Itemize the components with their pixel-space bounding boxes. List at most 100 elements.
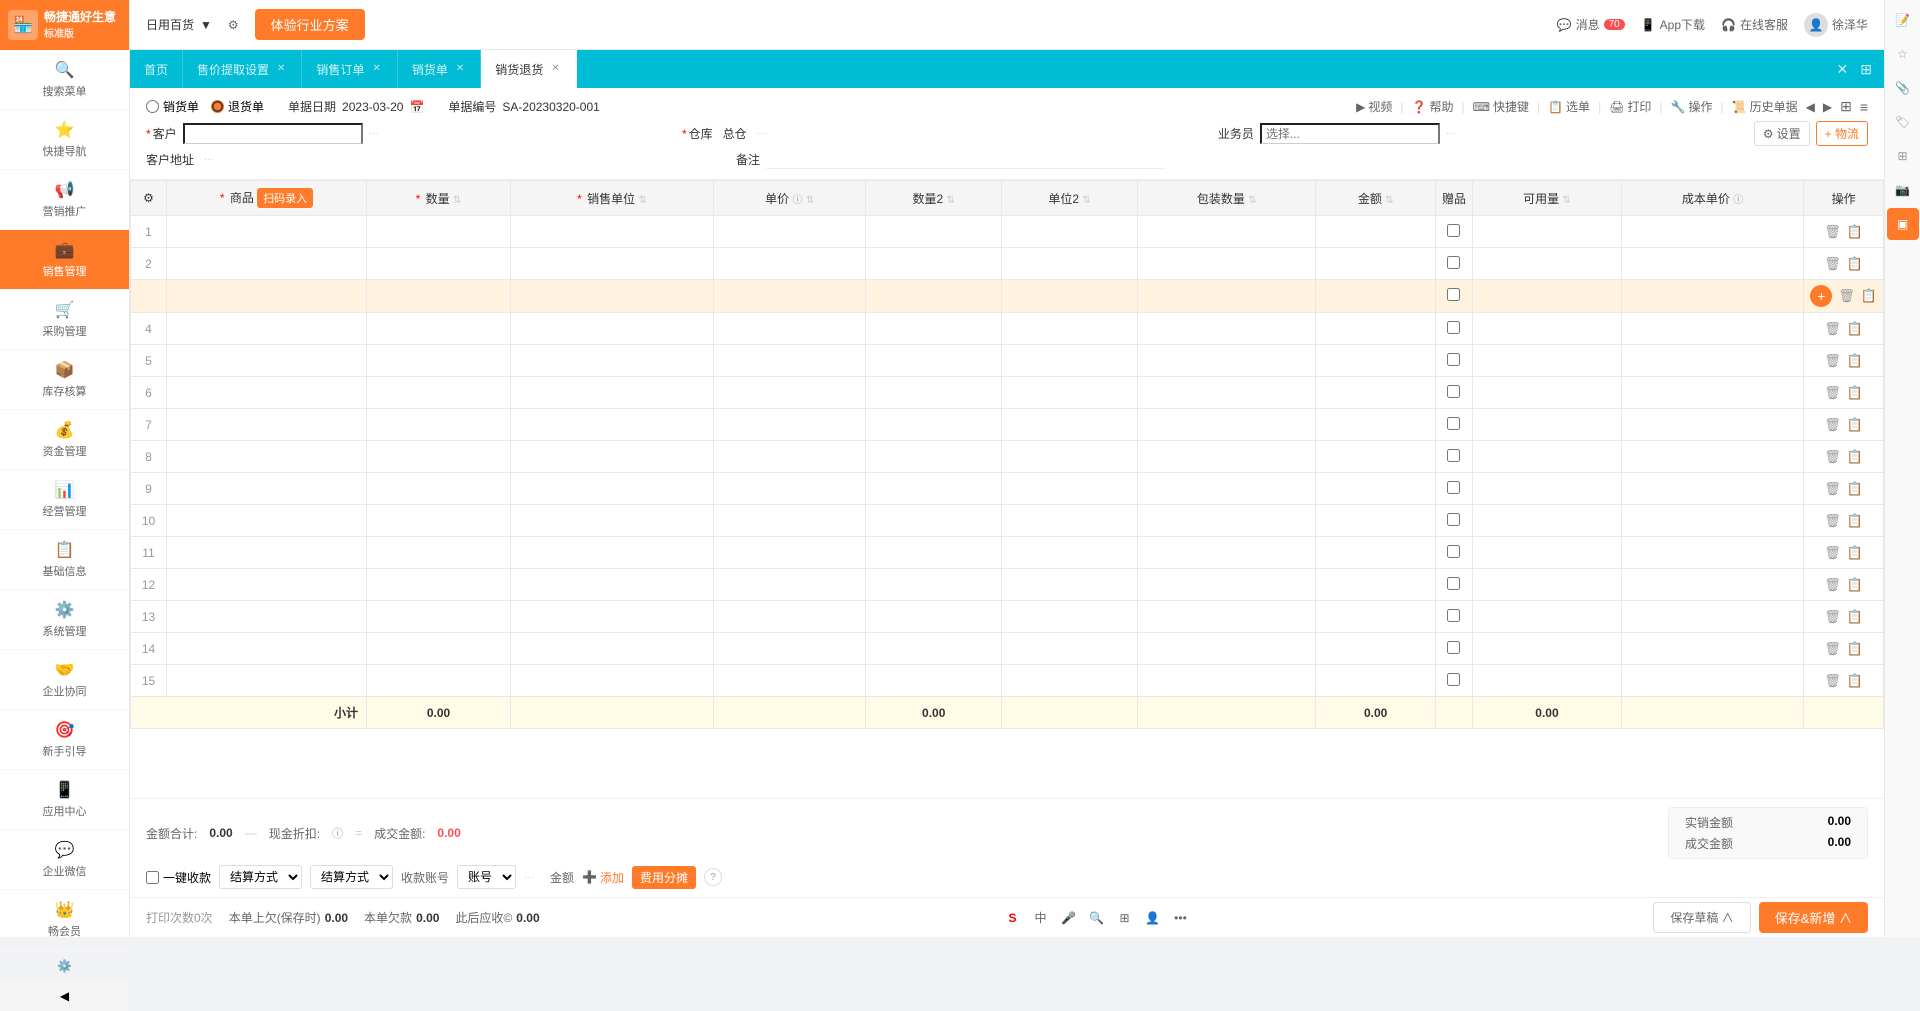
row-2-pack-qty[interactable] bbox=[1138, 248, 1316, 280]
right-icon-4[interactable]: 🏷 bbox=[1887, 106, 1919, 138]
copy-row-8[interactable]: 📋 bbox=[1847, 449, 1863, 465]
row-13-quantity[interactable] bbox=[367, 601, 511, 633]
row-2-quantity[interactable] bbox=[367, 248, 511, 280]
row-9-cost-price[interactable] bbox=[1621, 473, 1803, 505]
gift-checkbox-6[interactable] bbox=[1447, 385, 1460, 398]
shortcut-btn[interactable]: ⌨ 快捷键 bbox=[1473, 98, 1529, 115]
row-5-pack-qty[interactable] bbox=[1138, 345, 1316, 377]
row-7-unit2[interactable] bbox=[1002, 409, 1138, 441]
logistics-button[interactable]: + 物流 bbox=[1816, 121, 1868, 146]
row-1-unit2[interactable] bbox=[1002, 216, 1138, 248]
one-click-pay-input[interactable] bbox=[146, 871, 159, 884]
row-14-gift[interactable] bbox=[1435, 633, 1472, 665]
one-click-pay-checkbox[interactable]: 一键收款 bbox=[146, 869, 211, 886]
row-10-unit2[interactable] bbox=[1002, 505, 1138, 537]
row-6-unit2[interactable] bbox=[1002, 377, 1138, 409]
row-7-amount[interactable] bbox=[1316, 409, 1436, 441]
row-14-pack-qty[interactable] bbox=[1138, 633, 1316, 665]
delete-row-5[interactable]: 🗑 bbox=[1824, 353, 1841, 369]
row-3-product[interactable] bbox=[167, 280, 367, 313]
row-4-quantity[interactable] bbox=[367, 313, 511, 345]
row-8-cost-price[interactable] bbox=[1621, 441, 1803, 473]
row-10-amount[interactable] bbox=[1316, 505, 1436, 537]
row-6-unit-price[interactable] bbox=[714, 377, 866, 409]
video-btn[interactable]: ▶ 视频 bbox=[1356, 98, 1392, 115]
daily-goods-nav[interactable]: 日用百货 ▼ bbox=[146, 16, 212, 33]
footer-icon-zhong[interactable]: 中 bbox=[1028, 906, 1052, 930]
row-12-cost-price[interactable] bbox=[1621, 569, 1803, 601]
copy-row-3[interactable]: 📋 bbox=[1861, 288, 1877, 304]
add-payment-btn[interactable]: ➕ 添加 bbox=[582, 869, 624, 886]
row-14-sales-unit[interactable] bbox=[511, 633, 714, 665]
row-12-product[interactable] bbox=[167, 569, 367, 601]
footer-icon-s[interactable]: S bbox=[1000, 906, 1024, 930]
right-icon-6[interactable]: 📷 bbox=[1887, 174, 1919, 206]
row-4-gift[interactable] bbox=[1435, 313, 1472, 345]
row-5-cost-price[interactable] bbox=[1621, 345, 1803, 377]
row-15-available[interactable] bbox=[1472, 665, 1621, 697]
customer-input[interactable] bbox=[183, 123, 363, 144]
row-12-unit-price[interactable] bbox=[714, 569, 866, 601]
sidebar-item-search[interactable]: 🔍 搜索菜单 bbox=[0, 50, 129, 110]
row-9-unit-price[interactable] bbox=[714, 473, 866, 505]
row-6-gift[interactable] bbox=[1435, 377, 1472, 409]
copy-row-14[interactable]: 📋 bbox=[1847, 641, 1863, 657]
sidebar-item-purchase[interactable]: 🛒 采购管理 bbox=[0, 290, 129, 350]
delete-row-10[interactable]: 🗑 bbox=[1824, 513, 1841, 529]
row-5-qty2[interactable] bbox=[866, 345, 1002, 377]
row-13-amount[interactable] bbox=[1316, 601, 1436, 633]
row-2-cost-price[interactable] bbox=[1621, 248, 1803, 280]
row-11-product[interactable] bbox=[167, 537, 367, 569]
row-10-available[interactable] bbox=[1472, 505, 1621, 537]
radio-sales-input[interactable] bbox=[146, 100, 159, 113]
col-packqty-sort[interactable]: ⇅ bbox=[1248, 195, 1256, 206]
row-11-available[interactable] bbox=[1472, 537, 1621, 569]
prev-record-btn[interactable]: ◀ bbox=[1806, 100, 1815, 114]
row-5-unit2[interactable] bbox=[1002, 345, 1138, 377]
salesperson-input[interactable] bbox=[1260, 123, 1440, 144]
row-2-product[interactable] bbox=[167, 248, 367, 280]
sidebar-item-member[interactable]: 👑 畅会员 bbox=[0, 890, 129, 950]
row-12-quantity[interactable] bbox=[367, 569, 511, 601]
app-download-btn[interactable]: 📱 App下载 bbox=[1641, 16, 1705, 33]
copy-row-11[interactable]: 📋 bbox=[1847, 545, 1863, 561]
footer-icon-person[interactable]: 👤 bbox=[1140, 906, 1164, 930]
col-setting[interactable]: ⚙ bbox=[131, 181, 167, 216]
online-service-btn[interactable]: 🎧 在线客服 bbox=[1721, 16, 1788, 33]
row-5-available[interactable] bbox=[1472, 345, 1621, 377]
row-12-pack-qty[interactable] bbox=[1138, 569, 1316, 601]
delete-row-12[interactable]: 🗑 bbox=[1824, 577, 1841, 593]
row-11-pack-qty[interactable] bbox=[1138, 537, 1316, 569]
row-9-sales-unit[interactable] bbox=[511, 473, 714, 505]
row-1-quantity[interactable] bbox=[367, 216, 511, 248]
gift-checkbox-10[interactable] bbox=[1447, 513, 1460, 526]
tab-sales-order[interactable]: 销售订单 ✕ bbox=[302, 50, 397, 88]
sidebar-item-finance[interactable]: 💰 资金管理 bbox=[0, 410, 129, 470]
delete-row-1[interactable]: 🗑 bbox=[1824, 224, 1841, 240]
row-5-product[interactable] bbox=[167, 345, 367, 377]
row-3-pack-qty[interactable] bbox=[1138, 280, 1316, 313]
delete-row-3[interactable]: 🗑 bbox=[1838, 288, 1855, 304]
row-7-sales-unit[interactable] bbox=[511, 409, 714, 441]
sidebar-settings[interactable]: ⚙️ bbox=[0, 950, 129, 981]
sidebar-item-sales[interactable]: 💼 销售管理 bbox=[0, 230, 129, 290]
col-unitprice-info[interactable]: ⓘ bbox=[792, 195, 802, 206]
row-14-qty2[interactable] bbox=[866, 633, 1002, 665]
row-8-sales-unit[interactable] bbox=[511, 441, 714, 473]
row-10-pack-qty[interactable] bbox=[1138, 505, 1316, 537]
salesperson-dotted[interactable]: ··· bbox=[1446, 128, 1456, 139]
row-11-sales-unit[interactable] bbox=[511, 537, 714, 569]
gift-checkbox-4[interactable] bbox=[1447, 321, 1460, 334]
row-1-pack-qty[interactable] bbox=[1138, 216, 1316, 248]
row-3-unit-price[interactable] bbox=[714, 280, 866, 313]
row-8-product[interactable] bbox=[167, 441, 367, 473]
sidebar-item-newguide[interactable]: 🎯 新手引导 bbox=[0, 710, 129, 770]
row-9-available[interactable] bbox=[1472, 473, 1621, 505]
row-4-available[interactable] bbox=[1472, 313, 1621, 345]
row-6-amount[interactable] bbox=[1316, 377, 1436, 409]
radio-return[interactable]: 退货单 bbox=[211, 98, 264, 115]
row-2-sales-unit[interactable] bbox=[511, 248, 714, 280]
row-6-quantity[interactable] bbox=[367, 377, 511, 409]
row-2-unit-price[interactable] bbox=[714, 248, 866, 280]
row-15-pack-qty[interactable] bbox=[1138, 665, 1316, 697]
